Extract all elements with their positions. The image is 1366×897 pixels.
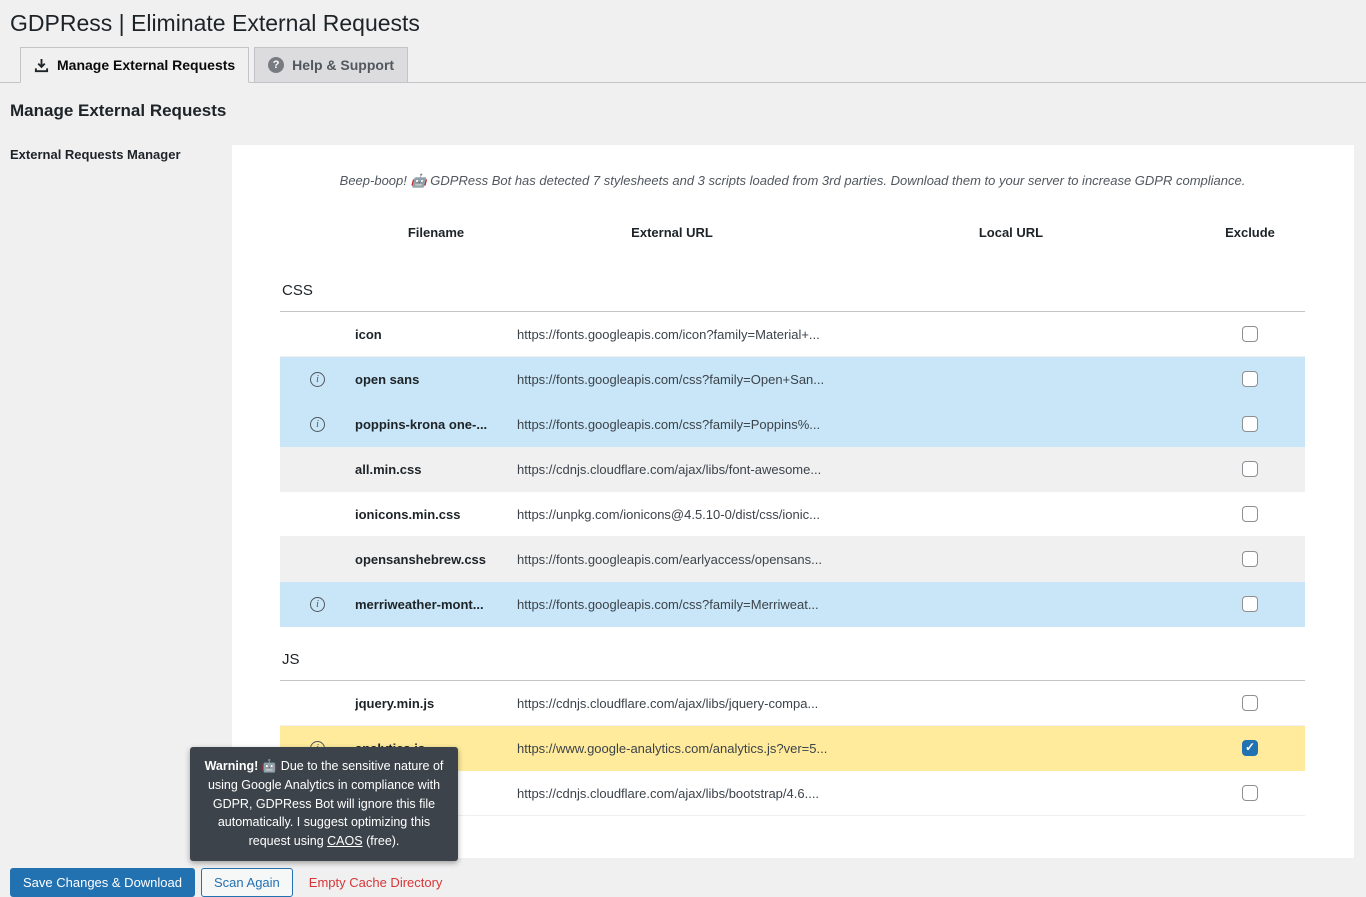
row-external-url: https://fonts.googleapis.com/css?family=… <box>517 371 825 387</box>
row-filename: open sans <box>355 371 420 387</box>
row-external-url: https://fonts.googleapis.com/icon?family… <box>517 326 820 342</box>
table-row: jquery.min.js https://cdnjs.cloudflare.c… <box>280 681 1305 726</box>
exclude-checkbox[interactable] <box>1242 785 1258 801</box>
row-external-url: https://fonts.googleapis.com/css?family=… <box>517 416 821 432</box>
empty-cache-button[interactable]: Empty Cache Directory <box>299 869 453 896</box>
gdpress-admin-page: GDPRess | Eliminate External Requests Ma… <box>0 0 1366 897</box>
exclude-checkbox[interactable] <box>1242 461 1258 477</box>
column-header-local-url: Local URL <box>978 225 1044 240</box>
row-filename: opensanshebrew.css <box>355 551 487 567</box>
tab-label: Manage External Requests <box>57 57 236 73</box>
tab-manage-external-requests[interactable]: Manage External Requests <box>20 47 250 83</box>
row-filename: merriweather-mont... <box>355 596 484 612</box>
analytics-warning-tooltip: Warning! 🤖 Due to the sensitive nature o… <box>190 747 458 861</box>
row-filename: ionicons.min.css <box>355 506 461 522</box>
row-filename: poppins-krona one-... <box>355 416 488 432</box>
exclude-checkbox[interactable] <box>1242 371 1258 387</box>
footer-actions: Save Changes & Download Scan Again Empty… <box>10 868 1366 897</box>
exclude-checkbox[interactable] <box>1242 326 1258 342</box>
scan-again-button[interactable]: Scan Again <box>201 868 293 897</box>
table-row: all.min.css https://cdnjs.cloudflare.com… <box>280 447 1305 492</box>
row-external-url: https://cdnjs.cloudflare.com/ajax/libs/j… <box>517 695 819 711</box>
table-row: ionicons.min.css https://unpkg.com/ionic… <box>280 492 1305 537</box>
row-external-url: https://www.google-analytics.com/analyti… <box>517 740 827 756</box>
exclude-checkbox[interactable] <box>1242 695 1258 711</box>
save-changes-button[interactable]: Save Changes & Download <box>10 868 195 897</box>
download-icon <box>34 58 49 73</box>
table-row: icon https://fonts.googleapis.com/icon?f… <box>280 312 1305 357</box>
row-external-url: https://fonts.googleapis.com/earlyaccess… <box>517 551 822 567</box>
exclude-checkbox[interactable] <box>1242 506 1258 522</box>
row-external-url: https://cdnjs.cloudflare.com/ajax/libs/f… <box>517 461 822 477</box>
info-icon[interactable]: i <box>310 416 325 432</box>
row-filename: jquery.min.js <box>355 695 435 711</box>
row-external-url: https://fonts.googleapis.com/css?family=… <box>517 596 819 612</box>
bot-intro-message: Beep-boop! 🤖 GDPRess Bot has detected 7 … <box>339 173 1246 188</box>
page-title: GDPRess | Eliminate External Requests <box>10 10 420 36</box>
row-filename: icon <box>355 326 382 342</box>
info-icon[interactable]: i <box>310 371 325 387</box>
exclude-checkbox[interactable] <box>1242 596 1258 612</box>
column-header-filename: Filename <box>407 225 465 240</box>
section-heading: Manage External Requests <box>10 101 227 120</box>
table-row: opensanshebrew.css https://fonts.googlea… <box>280 537 1305 582</box>
row-external-url: https://unpkg.com/ionicons@4.5.10-0/dist… <box>517 506 820 522</box>
caos-link[interactable]: CAOS <box>327 834 362 848</box>
column-header-exclude: Exclude <box>1225 225 1275 240</box>
column-header-spacer <box>280 225 355 240</box>
column-header-external-url: External URL <box>631 225 713 240</box>
exclude-checkbox[interactable] <box>1242 740 1258 756</box>
tab-help-support[interactable]: ? Help & Support <box>254 47 409 82</box>
help-icon: ? <box>268 57 285 73</box>
exclude-checkbox[interactable] <box>1242 416 1258 432</box>
tooltip-suffix: (free). <box>366 834 400 848</box>
tab-label: Help & Support <box>292 57 395 73</box>
table-row: i merriweather-mont... https://fonts.goo… <box>280 582 1305 627</box>
group-heading-css: CSS <box>280 258 1305 312</box>
table-row: i poppins-krona one-... https://fonts.go… <box>280 402 1305 447</box>
info-icon[interactable]: i <box>310 596 325 612</box>
row-filename: all.min.css <box>355 461 422 477</box>
row-external-url: https://cdnjs.cloudflare.com/ajax/libs/b… <box>517 785 820 801</box>
table-row: i open sans https://fonts.googleapis.com… <box>280 357 1305 402</box>
exclude-checkbox[interactable] <box>1242 551 1258 567</box>
tab-bar: Manage External Requests ? Help & Suppor… <box>0 47 1366 83</box>
table-header-row: Filename External URL Local URL Exclude <box>280 211 1305 258</box>
group-heading-js: JS <box>280 627 1305 681</box>
tooltip-warning-label: Warning! <box>204 759 259 773</box>
